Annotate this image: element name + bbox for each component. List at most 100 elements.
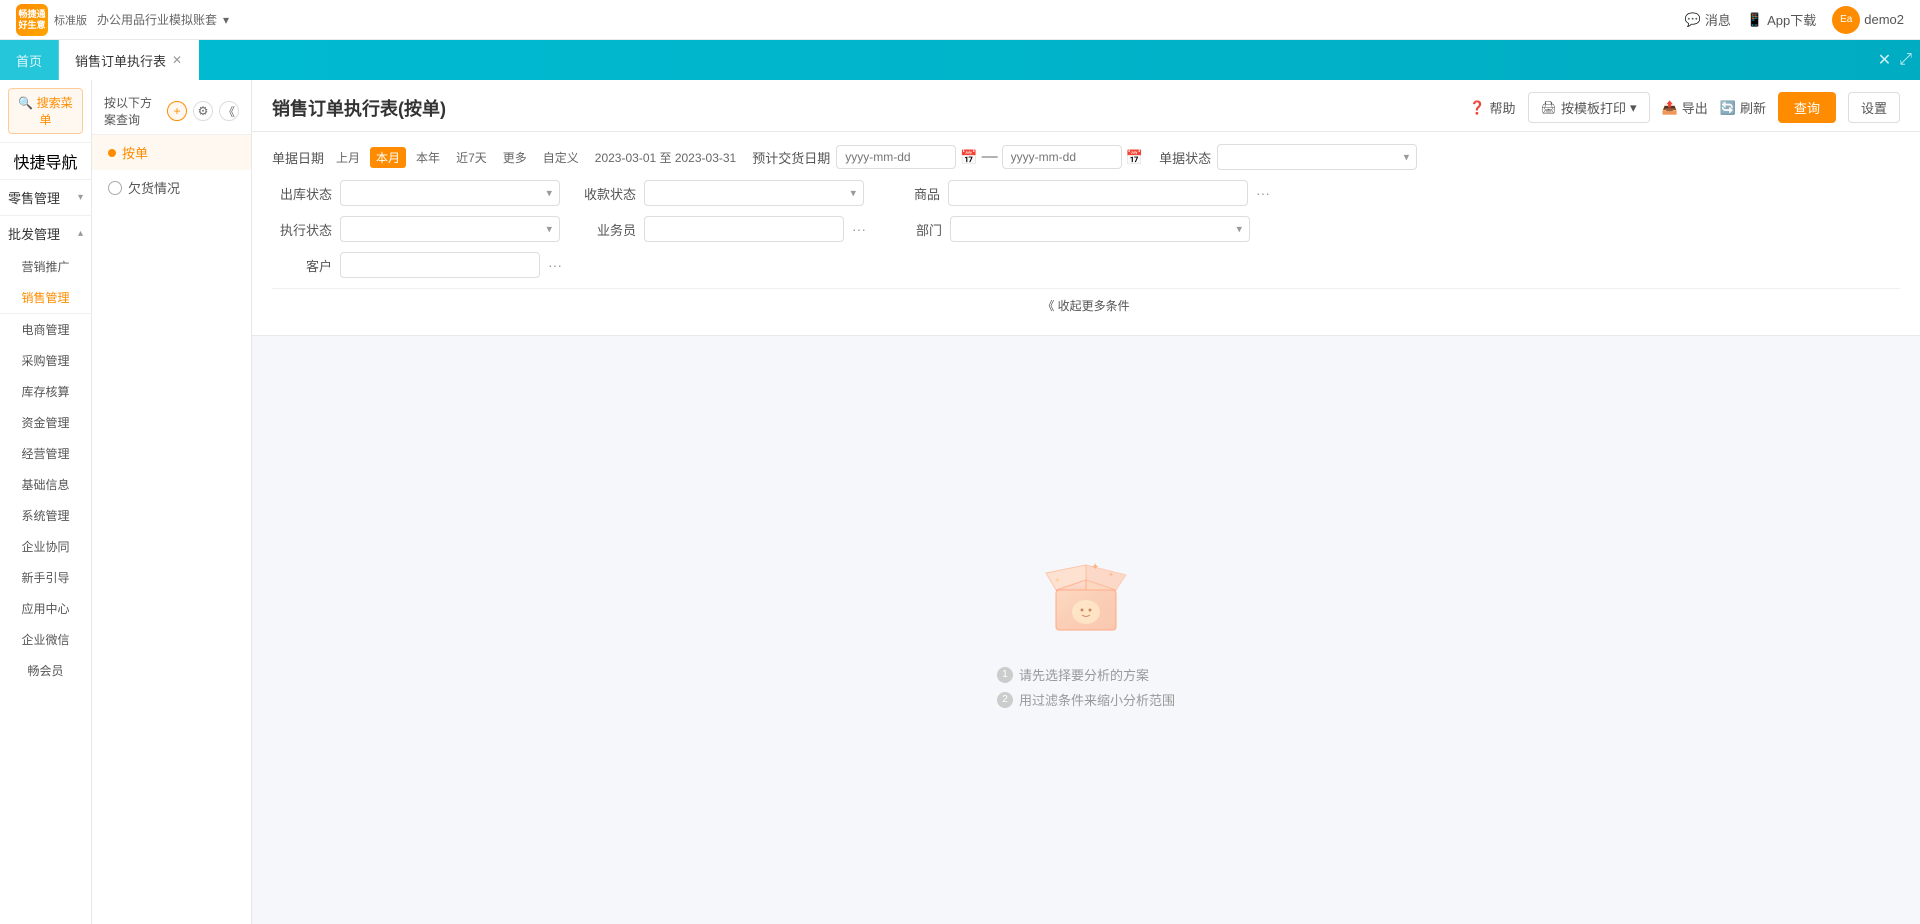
tab-home[interactable]: 首页	[0, 40, 59, 80]
menu-item-debt-label: 欠货情况	[128, 178, 180, 197]
customer-more-icon[interactable]: ···	[548, 257, 562, 273]
left-panel-title: 按以下方案查询	[104, 94, 161, 128]
sidebar-corpwechat-label: 企业微信	[21, 633, 69, 647]
sidebar-item-purchase[interactable]: 采购管理	[0, 345, 91, 376]
salesperson-input[interactable]	[644, 216, 844, 242]
settings-scheme-btn[interactable]: ⚙	[193, 101, 213, 121]
collapse-filter-btn[interactable]: 《 收起更多条件	[1042, 299, 1129, 313]
left-panel-tools: + ⚙ 《	[167, 101, 239, 121]
date-btn-last-month[interactable]: 上月	[330, 147, 366, 168]
search-label: 查询	[1794, 98, 1820, 117]
template-print-label: 按模板打印	[1561, 98, 1626, 117]
customer-input[interactable]	[340, 252, 540, 278]
sidebar-item-inventory[interactable]: 库存核算	[0, 376, 91, 407]
expected-delivery-start[interactable]	[836, 145, 956, 169]
product-input[interactable]	[948, 180, 1248, 206]
dept-select-wrap	[950, 216, 1250, 242]
filter-row-3: 执行状态 业务员 ··· 部门	[272, 216, 1900, 242]
settings-btn[interactable]: 设置	[1848, 92, 1900, 123]
app-download-label: App下载	[1767, 10, 1816, 29]
sidebar-item-marketing[interactable]: 营销推广	[0, 251, 91, 282]
export-label: 导出	[1682, 98, 1708, 117]
message-btn[interactable]: 💬 消息	[1685, 10, 1731, 29]
date-btn-this-month[interactable]: 本月	[370, 147, 406, 168]
product-more-icon[interactable]: ···	[1256, 185, 1270, 201]
breadcrumb[interactable]: 办公用品行业模拟账套 ▾	[97, 11, 229, 28]
sidebar-retail-label: 零售管理	[8, 188, 60, 207]
search-btn[interactable]: 查询	[1778, 92, 1836, 123]
shipment-select[interactable]	[340, 180, 560, 206]
user-menu[interactable]: Ea demo2	[1832, 6, 1904, 34]
filter-product: 商品 ···	[880, 180, 1270, 206]
tab-sales-order[interactable]: 销售订单执行表 ✕	[59, 40, 199, 80]
collapse-panel-btn[interactable]: 《	[219, 101, 239, 121]
table-area: ✦ ✦ ✦ 1 请先选择要分析的方案	[252, 336, 1920, 924]
help-btn[interactable]: ❓ 帮助	[1469, 98, 1515, 117]
refresh-btn[interactable]: 🔄 刷新	[1720, 98, 1766, 117]
sidebar-item-appcenter[interactable]: 应用中心	[0, 593, 91, 624]
sidebar-item-enterprise[interactable]: 企业协同	[0, 531, 91, 562]
breadcrumb-text: 办公用品行业模拟账套	[97, 11, 217, 28]
circle-icon	[108, 181, 122, 195]
empty-box-icon: ✦ ✦ ✦	[1036, 545, 1136, 645]
menu-item-order[interactable]: 按单	[92, 135, 251, 170]
sidebar-search: 🔍 搜索菜单	[0, 80, 91, 143]
tab-close-action-icon[interactable]: ✕	[1878, 50, 1891, 70]
sidebar-item-wholesale[interactable]: 批发管理 ▴	[0, 216, 91, 251]
salesperson-more-icon[interactable]: ···	[852, 221, 866, 237]
avatar: Ea	[1832, 6, 1860, 34]
print-icon: 🖨	[1541, 100, 1558, 116]
menu-item-debt[interactable]: 欠货情况	[92, 170, 251, 205]
sidebar-item-basic-info[interactable]: 基础信息	[0, 469, 91, 500]
doc-status-select[interactable]	[1217, 144, 1417, 170]
add-scheme-btn[interactable]: +	[167, 101, 187, 121]
sidebar-item-system[interactable]: 系统管理	[0, 500, 91, 531]
calendar-start-icon[interactable]: 📅	[960, 149, 977, 166]
calendar-end-icon[interactable]: 📅	[1126, 149, 1143, 166]
sidebar-operations-label: 经营管理	[21, 447, 69, 461]
exec-status-select[interactable]	[340, 216, 560, 242]
chevron-down-icon: ▾	[1630, 100, 1637, 116]
template-print-btn[interactable]: 🖨 按模板打印 ▾	[1528, 92, 1650, 123]
sidebar-system-label: 系统管理	[21, 509, 69, 523]
sidebar-item-finance[interactable]: 资金管理	[0, 407, 91, 438]
tab-expand-icon[interactable]: ⤢	[1899, 51, 1912, 69]
tab-close-icon[interactable]: ✕	[172, 53, 182, 67]
sidebar-quick-nav[interactable]: 快捷导航	[0, 143, 91, 180]
sidebar-appcenter-label: 应用中心	[21, 602, 69, 616]
sidebar-item-operations[interactable]: 经营管理	[0, 438, 91, 469]
svg-text:✦: ✦	[1108, 571, 1114, 579]
date-btn-more[interactable]: 更多	[497, 147, 533, 168]
collapse-filter-label: 收起更多条件	[1058, 299, 1130, 313]
sidebar-item-sales[interactable]: 销售管理	[0, 282, 91, 313]
search-menu-btn[interactable]: 🔍 搜索菜单	[8, 88, 83, 134]
sidebar-purchase-label: 采购管理	[21, 354, 69, 368]
app-download-btn[interactable]: 📱 App下载	[1747, 10, 1816, 29]
sidebar-item-retail[interactable]: 零售管理 ▾	[0, 180, 91, 215]
main-layout: 🔍 搜索菜单 快捷导航 零售管理 ▾ 批发管理 ▴ 营销推广 销售管理	[0, 80, 1920, 924]
date-btn-custom[interactable]: 自定义	[537, 147, 585, 168]
date-btn-7days[interactable]: 近7天	[450, 147, 493, 168]
collection-select[interactable]	[644, 180, 864, 206]
product-label: 商品	[880, 184, 940, 203]
expected-delivery-end[interactable]	[1002, 145, 1122, 169]
exec-status-select-wrap	[340, 216, 560, 242]
sidebar-wholesale-label: 批发管理	[8, 224, 60, 243]
sidebar-item-ecommerce[interactable]: 电商管理	[0, 314, 91, 345]
date-btn-this-year[interactable]: 本年	[410, 147, 446, 168]
sidebar-inventory-label: 库存核算	[21, 385, 69, 399]
expected-delivery-label: 预计交货日期	[752, 148, 830, 167]
filter-collection: 收款状态	[576, 180, 864, 206]
sidebar-item-corpwechat[interactable]: 企业微信	[0, 624, 91, 655]
dept-select[interactable]	[950, 216, 1250, 242]
collapse-bar: 《 收起更多条件	[272, 288, 1900, 323]
filter-customer: 客户 ···	[272, 252, 562, 278]
sidebar-item-member[interactable]: 畅会员	[0, 655, 91, 686]
export-btn[interactable]: 📤 导出	[1662, 98, 1708, 117]
sidebar-item-guide[interactable]: 新手引导	[0, 562, 91, 593]
empty-state: ✦ ✦ ✦ 1 请先选择要分析的方案	[957, 505, 1215, 755]
gear-icon: ⚙	[198, 104, 209, 118]
logo-box: 畅捷通 好生意	[16, 4, 48, 36]
filter-salesperson: 业务员 ···	[576, 216, 866, 242]
sidebar-basic-info-label: 基础信息	[21, 478, 69, 492]
